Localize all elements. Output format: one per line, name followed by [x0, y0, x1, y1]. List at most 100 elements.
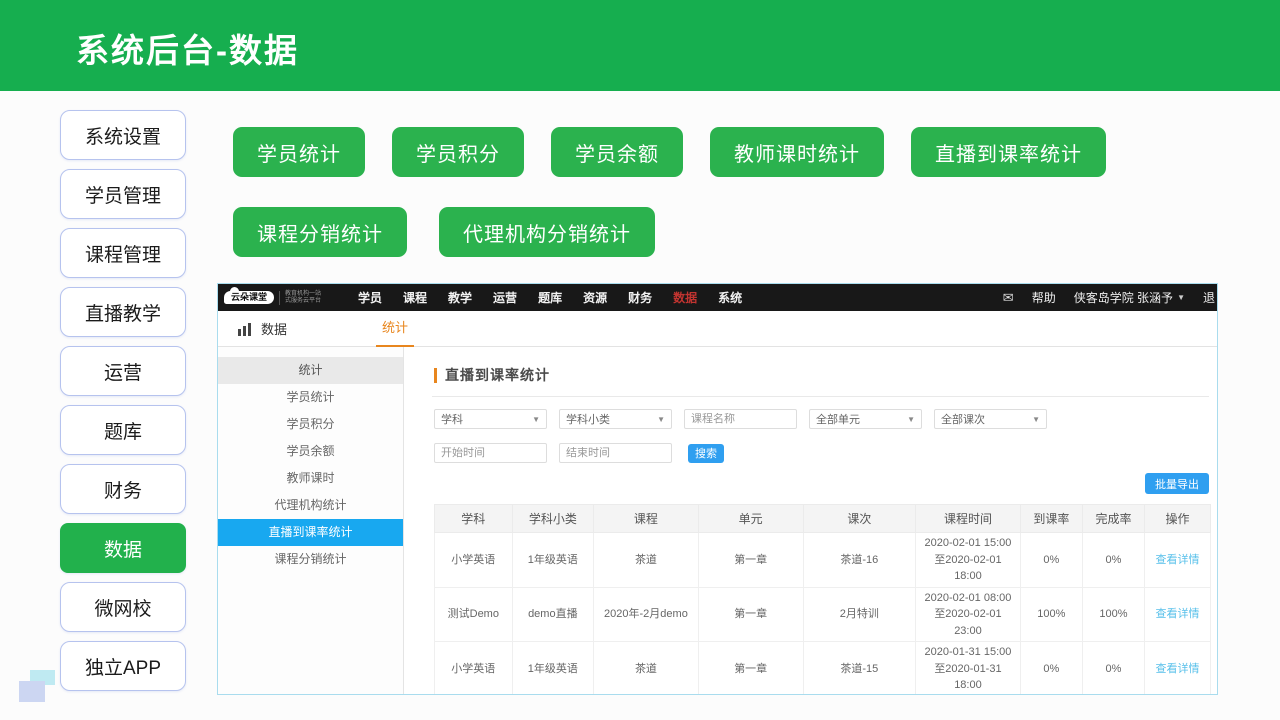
sidenav-item-student-stats[interactable]: 学员统计	[218, 384, 403, 411]
subject-select[interactable]: 学科▼	[434, 409, 547, 429]
logo-tagline: 教育机构一站 式服务云平台	[285, 291, 321, 305]
sidebar-item-question-bank[interactable]: 题库	[60, 405, 186, 455]
quick-button-agency-distribution-stats[interactable]: 代理机构分销统计	[439, 207, 655, 257]
account-name: 侠客岛学院 张涵予	[1074, 289, 1173, 306]
sidebar-item-data[interactable]: 数据	[60, 523, 186, 573]
logo-divider	[279, 291, 280, 305]
start-time-input-wrap	[434, 443, 547, 463]
sidebar-item-micro-school[interactable]: 微网校	[60, 582, 186, 632]
table-row: 小学英语1年级英语茶道第一章茶道-152020-01-31 15:00至2020…	[435, 642, 1211, 696]
view-details-link[interactable]: 查看详情	[1144, 642, 1210, 696]
mail-icon[interactable]: ✉	[1003, 290, 1014, 306]
sidenav-header: 统计	[218, 357, 403, 384]
quick-button-live-attendance-stats[interactable]: 直播到课率统计	[911, 127, 1106, 177]
decor-square-blue	[19, 681, 45, 702]
nav-menu-finance[interactable]: 财务	[628, 289, 652, 306]
section-label: 数据	[261, 319, 287, 338]
nav-menu-system[interactable]: 系统	[718, 289, 742, 306]
table-cell: 茶道	[594, 533, 699, 588]
chevron-down-icon: ▼	[657, 415, 665, 424]
chevron-down-icon: ▼	[907, 415, 915, 424]
subject-sub-select[interactable]: 学科小类▼	[559, 409, 672, 429]
page-header: 系统后台-数据	[0, 0, 1280, 91]
batch-export-button[interactable]: 批量导出	[1145, 473, 1209, 494]
sidebar-item-course-management[interactable]: 课程管理	[60, 228, 186, 278]
search-button[interactable]: 搜索	[688, 444, 724, 463]
table-cell: 0%	[1020, 642, 1082, 696]
sidebar-item-finance[interactable]: 财务	[60, 464, 186, 514]
end-time-input[interactable]	[566, 447, 665, 459]
course-name-input-wrap	[684, 409, 797, 429]
table-row: 测试Demodemo直播2020年-2月demo第一章2月特训2020-02-0…	[435, 587, 1211, 642]
app-navbar: 云朵课堂 教育机构一站 式服务云平台 学员课程教学运营题库资源财务数据系统 ✉ …	[218, 284, 1217, 311]
table-header-cell: 课次	[803, 505, 916, 533]
table-cell: 第一章	[698, 642, 803, 696]
table-cell: 第一章	[698, 533, 803, 588]
sidenav-item-student-balance[interactable]: 学员余额	[218, 438, 403, 465]
nav-menu-question-bank[interactable]: 题库	[538, 289, 562, 306]
table-cell: 第一章	[698, 587, 803, 642]
sidenav-items: 学员统计学员积分学员余额教师课时代理机构统计直播到课率统计课程分销统计	[218, 384, 403, 573]
quick-button-teacher-hours-stats[interactable]: 教师课时统计	[710, 127, 884, 177]
quick-buttons-row1: 学员统计学员积分学员余额教师课时统计直播到课率统计	[233, 127, 1106, 177]
sidenav-item-live-attendance-stats[interactable]: 直播到课率统计	[218, 519, 403, 546]
quick-button-student-balance[interactable]: 学员余额	[551, 127, 683, 177]
quick-button-student-stats[interactable]: 学员统计	[233, 127, 365, 177]
unit-select[interactable]: 全部单元▼	[809, 409, 922, 429]
quick-button-course-distribution-stats[interactable]: 课程分销统计	[233, 207, 407, 257]
help-link[interactable]: 帮助	[1032, 289, 1056, 306]
nav-menu-students[interactable]: 学员	[358, 289, 382, 306]
nav-menu-data[interactable]: 数据	[673, 289, 697, 306]
sidebar-item-live-teaching[interactable]: 直播教学	[60, 287, 186, 337]
nav-menu-operations[interactable]: 运营	[493, 289, 517, 306]
table-cell: 小学英语	[435, 533, 513, 588]
filter-row-1: 学科▼ 学科小类▼ 全部单元▼ 全部课次▼	[434, 409, 1209, 429]
table-cell: 测试Demo	[435, 587, 513, 642]
sidebar-item-operations[interactable]: 运营	[60, 346, 186, 396]
table-cell: 0%	[1082, 533, 1144, 588]
table-header-cell: 课程时间	[916, 505, 1021, 533]
table-cell: 小学英语	[435, 642, 513, 696]
sidebar-item-system-settings[interactable]: 系统设置	[60, 110, 186, 160]
table-cell: 2月特训	[803, 587, 916, 642]
sidenav-item-course-distribution-stats[interactable]: 课程分销统计	[218, 546, 403, 573]
account-menu[interactable]: 侠客岛学院 张涵予 ▼	[1074, 289, 1185, 306]
cloud-logo-icon: 云朵课堂	[224, 291, 274, 304]
nav-menu-resources[interactable]: 资源	[583, 289, 607, 306]
sidenav-item-student-points[interactable]: 学员积分	[218, 411, 403, 438]
table-header-cell: 学科小类	[512, 505, 593, 533]
table-cell: 茶道-16	[803, 533, 916, 588]
chevron-down-icon: ▼	[1177, 293, 1185, 302]
nav-menu-courses[interactable]: 课程	[403, 289, 427, 306]
view-details-link[interactable]: 查看详情	[1144, 533, 1210, 588]
bar-chart-icon	[238, 322, 254, 336]
app-logo[interactable]: 云朵课堂 教育机构一站 式服务云平台	[224, 291, 346, 305]
table-cell: 0%	[1020, 533, 1082, 588]
sidebar-item-student-management[interactable]: 学员管理	[60, 169, 186, 219]
sidenav-item-teacher-hours[interactable]: 教师课时	[218, 465, 403, 492]
filter-row-2: 搜索	[434, 443, 1209, 463]
sidenav-item-agency-stats[interactable]: 代理机构统计	[218, 492, 403, 519]
start-time-input[interactable]	[441, 447, 540, 459]
table-header-cell: 学科	[435, 505, 513, 533]
sidebar-item-standalone-app[interactable]: 独立APP	[60, 641, 186, 691]
table-cell: 0%	[1082, 642, 1144, 696]
page: 系统后台-数据 系统设置学员管理课程管理直播教学运营题库财务数据微网校独立APP…	[0, 0, 1280, 720]
tab-stats[interactable]: 统计	[376, 311, 414, 347]
table-cell: 2020-01-31 15:00至2020-01-31 18:00	[916, 642, 1021, 696]
table-header-cell: 操作	[1144, 505, 1210, 533]
quick-button-student-points[interactable]: 学员积分	[392, 127, 524, 177]
table-cell: 1年级英语	[512, 642, 593, 696]
table-header-cell: 单元	[698, 505, 803, 533]
lesson-select[interactable]: 全部课次▼	[934, 409, 1047, 429]
view-details-link[interactable]: 查看详情	[1144, 587, 1210, 642]
attendance-table-wrap: 学科学科小类课程单元课次课程时间到课率完成率操作 小学英语1年级英语茶道第一章茶…	[434, 504, 1211, 695]
attendance-table: 学科学科小类课程单元课次课程时间到课率完成率操作 小学英语1年级英语茶道第一章茶…	[434, 504, 1211, 695]
stats-sidenav: 统计 学员统计学员积分学员余额教师课时代理机构统计直播到课率统计课程分销统计	[218, 347, 404, 695]
chevron-down-icon: ▼	[532, 415, 540, 424]
panel-title: 直播到课率统计	[445, 365, 550, 385]
table-cell: 100%	[1082, 587, 1144, 642]
table-cell: 1年级英语	[512, 533, 593, 588]
course-name-input[interactable]	[691, 413, 790, 425]
nav-menu-teaching[interactable]: 教学	[448, 289, 472, 306]
